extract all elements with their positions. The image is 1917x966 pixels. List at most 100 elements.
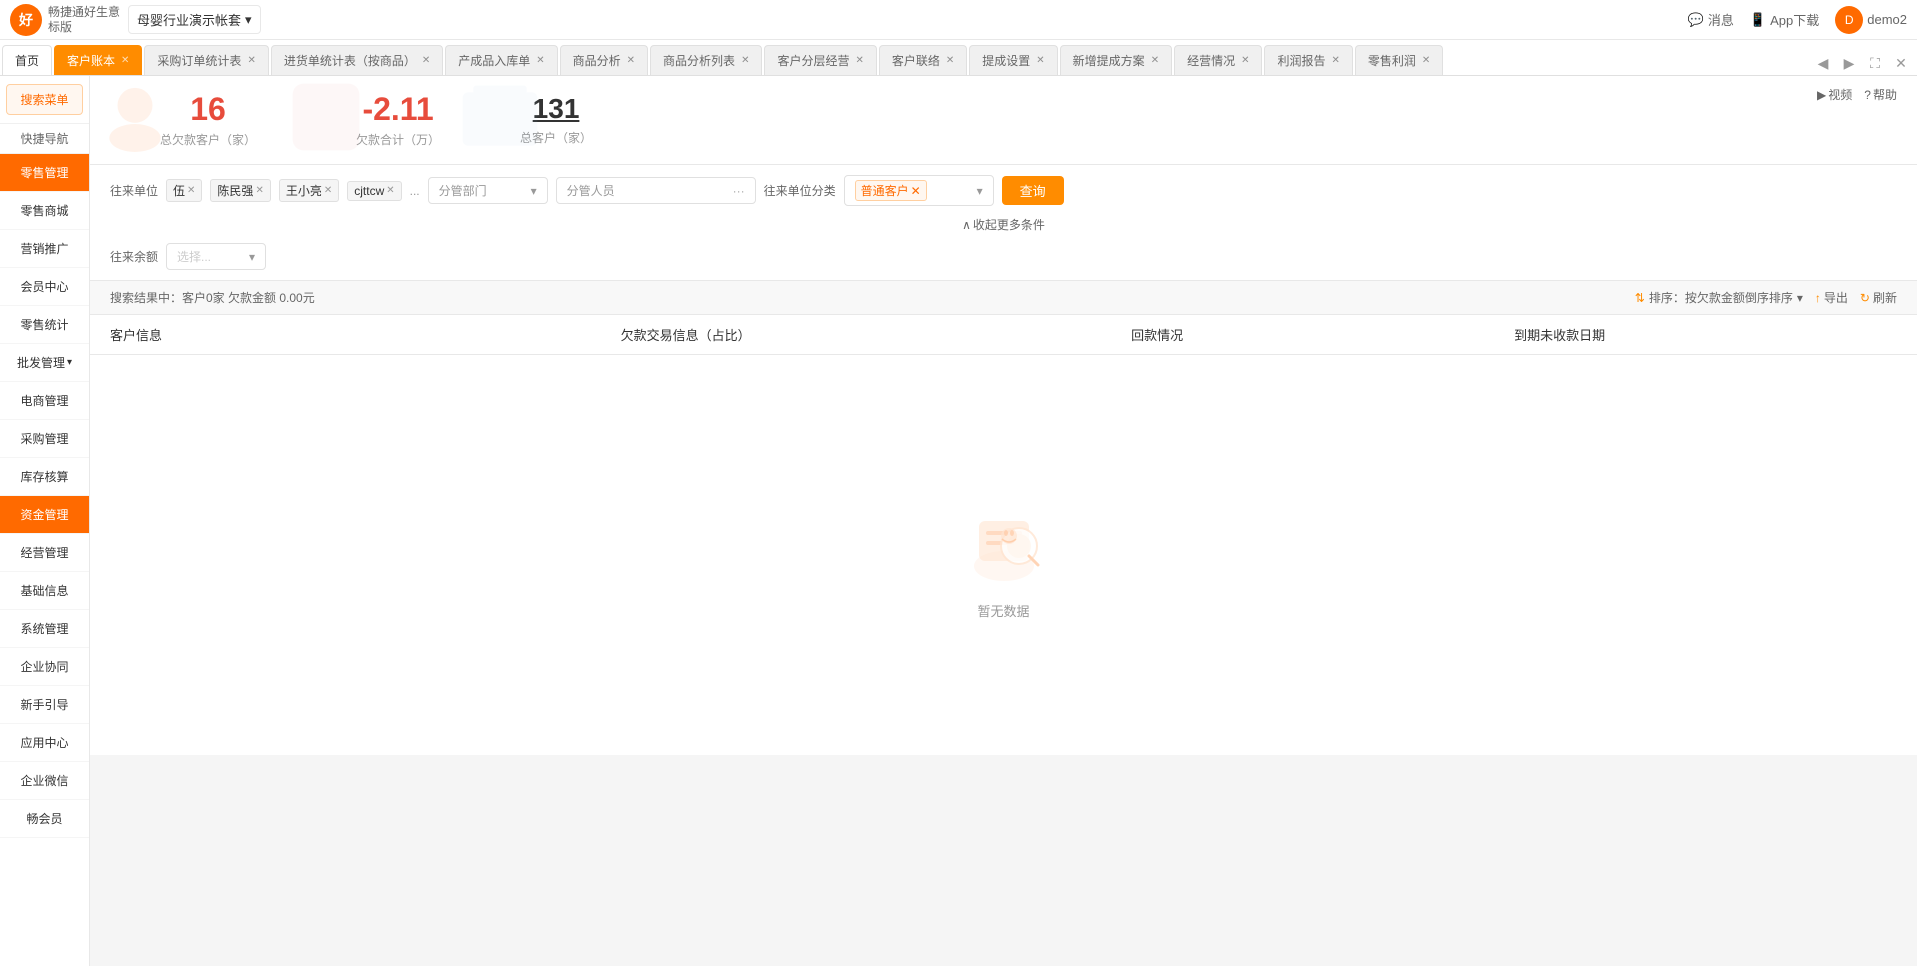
- sidebar-item-retail-mall[interactable]: 零售商城: [0, 192, 89, 230]
- dept-filter-dropdown[interactable]: 分管部门 ▾: [428, 177, 548, 204]
- tab-close-icon[interactable]: ✕: [855, 55, 863, 66]
- result-bar: 搜索结果中：客户0家 欠款金额 0.00元 ⇅ 排序：按欠款金额倒序排序 ▾ ↑…: [90, 281, 1917, 315]
- stats-bar: 16 总欠款客户（家） ¥ -2.11 欠款合计（万）: [90, 76, 1917, 165]
- sidebar-item-marketing[interactable]: 营销推广: [0, 230, 89, 268]
- avatar: D: [1835, 6, 1863, 34]
- chevron-up-icon: ∧: [962, 218, 971, 232]
- tag-close-wang[interactable]: ✕: [324, 185, 332, 196]
- tab-instock-stats[interactable]: 进货单统计表（按商品） ✕: [271, 45, 443, 75]
- tab-close-icon[interactable]: ✕: [1151, 55, 1159, 66]
- unit-filter-label: 往来单位: [110, 182, 158, 199]
- stat-clients-block: 131 总客户（家）: [480, 94, 632, 146]
- sidebar-item-new-guide[interactable]: 新手引导: [0, 686, 89, 724]
- filter-tag-cjttcw: cjttcw ✕: [347, 181, 401, 201]
- classify-tag-normal: 普通客户 ✕: [855, 180, 927, 201]
- chevron-down-icon: ▾: [249, 250, 255, 264]
- sidebar-item-retail-mgmt[interactable]: 零售管理: [0, 154, 89, 192]
- tab-close-icon[interactable]: ✕: [1332, 55, 1340, 66]
- empty-illustration: [954, 491, 1054, 591]
- tab-nav-actions: ◀ ▶ ⛶ ✕: [1811, 51, 1917, 75]
- stats-help-area: ▶ 视频 ? 帮助: [1817, 86, 1897, 103]
- tab-new-boost[interactable]: 新增提成方案 ✕: [1060, 45, 1172, 75]
- customers-bg-icon: [100, 82, 170, 152]
- chevron-down-icon: ▾: [977, 184, 983, 198]
- workspace-selector[interactable]: 母婴行业演示帐套 ▾: [128, 5, 261, 34]
- sidebar-item-finance-mgmt[interactable]: 资金管理: [0, 496, 89, 534]
- sidebar-item-vip-member[interactable]: 畅会员: [0, 800, 89, 838]
- tab-customer-segment[interactable]: 客户分层经营 ✕: [764, 45, 876, 75]
- sidebar-item-purchase-mgmt[interactable]: 采购管理: [0, 420, 89, 458]
- sidebar-item-batch-mgmt[interactable]: 批发管理 ▾: [0, 344, 89, 382]
- sort-selector[interactable]: ⇅ 排序：按欠款金额倒序排序 ▾: [1635, 289, 1803, 306]
- refresh-button[interactable]: ↻ 刷新: [1860, 289, 1897, 306]
- tag-close-chen[interactable]: ✕: [255, 185, 263, 196]
- user-menu[interactable]: D demo2: [1835, 6, 1907, 34]
- tab-expand-button[interactable]: ⛶: [1863, 51, 1887, 75]
- classify-filter-dropdown[interactable]: 普通客户 ✕ ▾: [844, 175, 994, 206]
- sidebar-item-inventory[interactable]: 库存核算: [0, 458, 89, 496]
- col-header-repayment: 回款情况: [1131, 325, 1514, 344]
- tab-close-icon[interactable]: ✕: [1036, 55, 1044, 66]
- tab-product-instock[interactable]: 产成品入库单 ✕: [445, 45, 557, 75]
- topbar-right: 💬 消息 📱 App下载 D demo2: [1688, 6, 1907, 34]
- tab-navigation: 首页 客户账本 ✕ 采购订单统计表 ✕ 进货单统计表（按商品） ✕ 产成品入库单…: [0, 40, 1917, 76]
- sidebar-item-system-mgmt[interactable]: 系统管理: [0, 610, 89, 648]
- tab-close-icon[interactable]: ✕: [422, 55, 430, 66]
- tag-close-cjttcw[interactable]: ✕: [386, 185, 394, 196]
- sidebar-item-enterprise-coop[interactable]: 企业协同: [0, 648, 89, 686]
- col-header-due-date: 到期未收款日期: [1514, 325, 1897, 344]
- tab-home[interactable]: 首页: [2, 45, 52, 75]
- chevron-down-icon: ▾: [531, 184, 537, 198]
- stat-amount-block: ¥ -2.11 欠款合计（万）: [316, 92, 480, 148]
- logo-icon: 好: [10, 4, 42, 36]
- tab-close-icon[interactable]: ✕: [536, 55, 544, 66]
- sidebar-item-member-center[interactable]: 会员中心: [0, 268, 89, 306]
- tab-scroll-left-button[interactable]: ◀: [1811, 51, 1835, 75]
- video-help-button[interactable]: ▶ 视频: [1817, 86, 1852, 103]
- tab-goods-analysis-list[interactable]: 商品分析列表 ✕: [650, 45, 762, 75]
- tab-close-icon[interactable]: ✕: [247, 55, 255, 66]
- tab-close-icon[interactable]: ✕: [627, 55, 635, 66]
- message-button[interactable]: 💬 消息: [1688, 10, 1734, 29]
- tab-boost-settings[interactable]: 提成设置 ✕: [969, 45, 1057, 75]
- sidebar-item-operations[interactable]: 经营管理: [0, 534, 89, 572]
- chevron-down-icon: ▾: [1797, 291, 1803, 305]
- sidebar-item-ecommerce[interactable]: 电商管理: [0, 382, 89, 420]
- sidebar-item-enterprise-wechat[interactable]: 企业微信: [0, 762, 89, 800]
- filter-more-tags[interactable]: ...: [410, 184, 420, 198]
- sidebar-item-retail-stats[interactable]: 零售统计: [0, 306, 89, 344]
- tab-close-all-button[interactable]: ✕: [1889, 51, 1913, 75]
- collapse-button[interactable]: ∧ 收起更多条件: [954, 212, 1053, 237]
- tab-operation[interactable]: 经营情况 ✕: [1174, 45, 1262, 75]
- export-button[interactable]: ↑ 导出: [1815, 289, 1848, 306]
- tab-close-icon[interactable]: ✕: [946, 55, 954, 66]
- help-icon: ?: [1864, 88, 1871, 102]
- table-header: 客户信息 欠款交易信息（占比） 回款情况 到期未收款日期: [90, 315, 1917, 355]
- tab-goods-analysis[interactable]: 商品分析 ✕: [560, 45, 648, 75]
- tab-close-icon[interactable]: ✕: [1241, 55, 1249, 66]
- tab-close-icon[interactable]: ✕: [121, 55, 129, 66]
- tag-close-wu[interactable]: ✕: [187, 185, 195, 196]
- play-icon: ▶: [1817, 88, 1826, 102]
- table-container: 客户信息 欠款交易信息（占比） 回款情况 到期未收款日期: [90, 315, 1917, 755]
- app-download-button[interactable]: 📱 App下载: [1750, 10, 1819, 29]
- tab-customers[interactable]: 客户账本 ✕: [54, 45, 142, 75]
- tab-scroll-right-button[interactable]: ▶: [1837, 51, 1861, 75]
- help-button[interactable]: ? 帮助: [1864, 86, 1897, 103]
- tab-close-icon[interactable]: ✕: [741, 55, 749, 66]
- manager-filter-dropdown[interactable]: 分管人员 ···: [556, 177, 756, 204]
- sidebar-quick-nav[interactable]: 快捷导航: [0, 124, 89, 154]
- app-icon: 📱: [1750, 12, 1766, 28]
- balance-filter-label: 往来余额: [110, 248, 158, 265]
- tab-close-icon[interactable]: ✕: [1422, 55, 1430, 66]
- tab-retail-profit[interactable]: 零售利润 ✕: [1355, 45, 1443, 75]
- query-button[interactable]: 查询: [1002, 176, 1064, 205]
- sidebar-search-button[interactable]: 搜索菜单: [6, 84, 83, 115]
- tag-close-classify[interactable]: ✕: [911, 184, 921, 198]
- sidebar-item-basic-info[interactable]: 基础信息: [0, 572, 89, 610]
- tab-profit-report[interactable]: 利润报告 ✕: [1264, 45, 1352, 75]
- sidebar-item-app-center[interactable]: 应用中心: [0, 724, 89, 762]
- tab-purchase-orders[interactable]: 采购订单统计表 ✕: [144, 45, 268, 75]
- tab-customer-contact[interactable]: 客户联络 ✕: [879, 45, 967, 75]
- balance-select-dropdown[interactable]: 选择... ▾: [166, 243, 266, 270]
